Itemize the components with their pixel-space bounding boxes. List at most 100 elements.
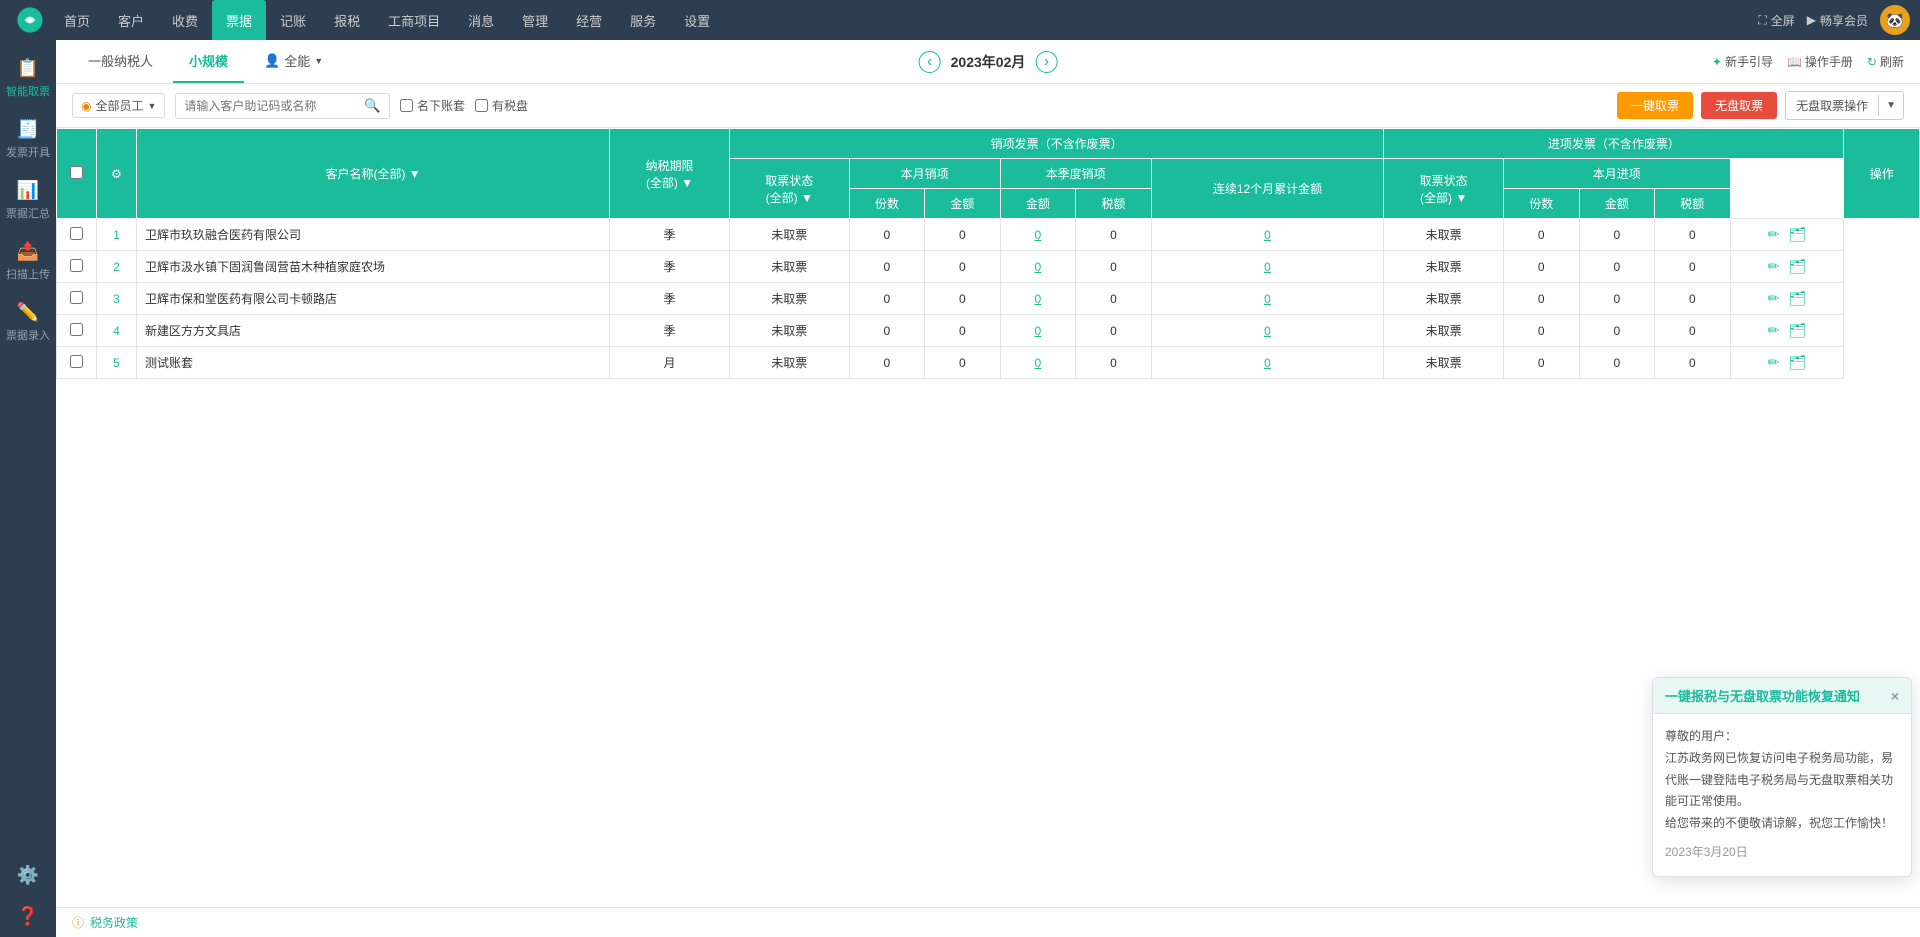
employee-filter-group: ◉ 全部员工 ▼ (72, 93, 165, 118)
search-input[interactable] (176, 95, 356, 117)
avatar[interactable]: 🐼 (1880, 5, 1910, 35)
nav-operation[interactable]: 经营 (562, 0, 616, 40)
sidebar-item-help[interactable]: ❓ (0, 896, 56, 937)
view-icon[interactable]: 🗂 (1789, 290, 1807, 306)
row-sales-month-count: 0 (849, 347, 925, 379)
app-logo[interactable] (10, 6, 50, 34)
table-row: 4 新建区方方文具店 季 未取票 0 0 0 0 0 未取票 0 0 0 ✏ 🗂 (57, 315, 1920, 347)
tax-policy-link[interactable]: 税务政策 (90, 914, 138, 931)
edit-icon[interactable]: ✏ (1768, 226, 1780, 242)
help-icon: ❓ (17, 906, 39, 927)
view-icon[interactable]: 🗂 (1789, 354, 1807, 370)
th-purchase-invoice: 进项发票（不含作废票） (1384, 129, 1844, 159)
date-next-btn[interactable]: › (1035, 51, 1057, 73)
nav-invoice[interactable]: 票据 (212, 0, 266, 40)
one-click-ticket-btn[interactable]: 一键取票 (1617, 92, 1693, 119)
nav-settings[interactable]: 设置 (670, 0, 724, 40)
row-checkbox[interactable] (70, 323, 83, 336)
view-icon[interactable]: 🗂 (1789, 258, 1807, 274)
tab-general-taxpayer[interactable]: 一般纳税人 (72, 41, 169, 83)
row-checkbox-cell (57, 283, 97, 315)
row-purchase-status: 未取票 (1384, 219, 1504, 251)
row-sales-status: 未取票 (729, 283, 849, 315)
row-purchase-month-amount: 0 (1579, 347, 1655, 379)
row-sales-quarter-tax: 0 (1076, 283, 1152, 315)
sidebar-item-entry[interactable]: ✏️ 票据录入 (0, 292, 56, 353)
row-checkbox[interactable] (70, 227, 83, 240)
nav-items: 首页 客户 收费 票据 记账 报税 工商项目 消息 管理 经营 服务 设置 (50, 0, 1758, 40)
notification-close-btn[interactable]: × (1891, 688, 1899, 704)
row-name: 卫辉市玖玖融合医药有限公司 (137, 219, 610, 251)
view-icon[interactable]: 🗂 (1789, 226, 1807, 242)
th-purchase-status: 取票状态(全部) ▼ (1384, 159, 1504, 219)
fullscreen-btn[interactable]: ⛶ 全屏 (1758, 12, 1794, 29)
row-checkbox-cell (57, 347, 97, 379)
no-disk-ticket-btn[interactable]: 无盘取票 (1701, 92, 1777, 119)
edit-icon[interactable]: ✏ (1768, 290, 1780, 306)
sidebar-item-summary[interactable]: 📊 票据汇总 (0, 170, 56, 231)
my-account-checkbox[interactable] (400, 99, 413, 112)
my-account-filter[interactable]: 名下账套 (400, 97, 465, 114)
nav-business[interactable]: 工商项目 (374, 0, 454, 40)
th-purchase-month-count: 份数 (1504, 189, 1580, 219)
row-checkbox[interactable] (70, 355, 83, 368)
has-tax-checkbox[interactable] (475, 99, 488, 112)
data-table-wrap: ⚙ 客户名称(全部) ▼ 纳税期限(全部) ▼ 销项发票（不含作废票） 进项发票… (56, 128, 1920, 907)
nav-customer[interactable]: 客户 (104, 0, 158, 40)
sidebar-item-scan[interactable]: 📤 扫描上传 (0, 231, 56, 292)
edit-icon[interactable]: ✏ (1768, 258, 1780, 274)
refresh-btn[interactable]: ↻ 刷新 (1867, 53, 1904, 70)
notif-content: 江苏政务网已恢复访问电子税务局功能，易代账一键登陆电子税务局与无盘取票相关功能可… (1665, 748, 1899, 813)
row-purchase-month-tax: 0 (1655, 347, 1731, 379)
table-row: 2 卫辉市汲水镇下固润鲁阔营苗木种植家庭农场 季 未取票 0 0 0 0 0 未… (57, 251, 1920, 283)
no-disk-ops-btn[interactable]: 无盘取票操作 ▼ (1785, 91, 1904, 120)
row-sales-month-count: 0 (849, 219, 925, 251)
has-tax-filter[interactable]: 有税盘 (475, 97, 528, 114)
row-purchase-status: 未取票 (1384, 315, 1504, 347)
sidebar: 📋 智能取票 🧾 发票开具 📊 票据汇总 📤 扫描上传 ✏️ 票据录入 ⚙️ ❓ (0, 40, 56, 937)
date-prev-btn[interactable]: ‹ (919, 51, 941, 73)
manual-btn[interactable]: 📖 操作手册 (1787, 53, 1853, 70)
toolbar-actions: 一键取票 无盘取票 无盘取票操作 ▼ (1617, 91, 1904, 120)
chevron-down-icon: ▼ (148, 101, 157, 111)
nav-tax[interactable]: 报税 (320, 0, 374, 40)
nav-message[interactable]: 消息 (454, 0, 508, 40)
row-purchase-status: 未取票 (1384, 283, 1504, 315)
row-purchase-month-tax: 0 (1655, 251, 1731, 283)
row-purchase-month-tax: 0 (1655, 283, 1731, 315)
row-purchase-month-amount: 0 (1579, 219, 1655, 251)
tab-all[interactable]: 👤 全能 ▼ (248, 41, 339, 83)
row-purchase-month-count: 0 (1504, 251, 1580, 283)
row-checkbox[interactable] (70, 291, 83, 304)
select-all-checkbox[interactable] (70, 166, 83, 179)
row-period: 季 (610, 315, 730, 347)
row-checkbox[interactable] (70, 259, 83, 272)
sidebar-item-invoice-open[interactable]: 🧾 发票开具 (0, 109, 56, 170)
entry-icon: ✏️ (17, 302, 39, 323)
new-guide-btn[interactable]: ✦ 新手引导 (1712, 53, 1773, 70)
search-button[interactable]: 🔍 (356, 94, 389, 118)
nav-fee[interactable]: 收费 (158, 0, 212, 40)
sidebar-item-smart-ticket[interactable]: 📋 智能取票 (0, 48, 56, 109)
edit-icon[interactable]: ✏ (1768, 354, 1780, 370)
sidebar-item-settings[interactable]: ⚙️ (0, 855, 56, 896)
row-actions: ✏ 🗂 (1730, 347, 1844, 379)
table-row: 1 卫辉市玖玖融合医药有限公司 季 未取票 0 0 0 0 0 未取票 0 0 … (57, 219, 1920, 251)
nav-manage[interactable]: 管理 (508, 0, 562, 40)
th-purchase-month-tax: 税额 (1655, 189, 1731, 219)
nav-accounting[interactable]: 记账 (266, 0, 320, 40)
row-purchase-status: 未取票 (1384, 251, 1504, 283)
row-no: 1 (97, 219, 137, 251)
th-sales-invoice: 销项发票（不含作废票） (729, 129, 1383, 159)
row-sales-month-amount: 0 (925, 315, 1001, 347)
row-12month: 0 (1151, 219, 1384, 251)
row-name: 测试账套 (137, 347, 610, 379)
nav-service[interactable]: 服务 (616, 0, 670, 40)
vip-btn[interactable]: ▶ 畅享会员 (1807, 12, 1868, 29)
employee-filter-select[interactable]: ◉ 全部员工 ▼ (72, 93, 165, 118)
tab-small-scale[interactable]: 小规模 (173, 41, 244, 83)
notification-header: 一键报税与无盘取票功能恢复通知 × (1653, 678, 1911, 714)
view-icon[interactable]: 🗂 (1789, 322, 1807, 338)
edit-icon[interactable]: ✏ (1768, 322, 1780, 338)
nav-home[interactable]: 首页 (50, 0, 104, 40)
